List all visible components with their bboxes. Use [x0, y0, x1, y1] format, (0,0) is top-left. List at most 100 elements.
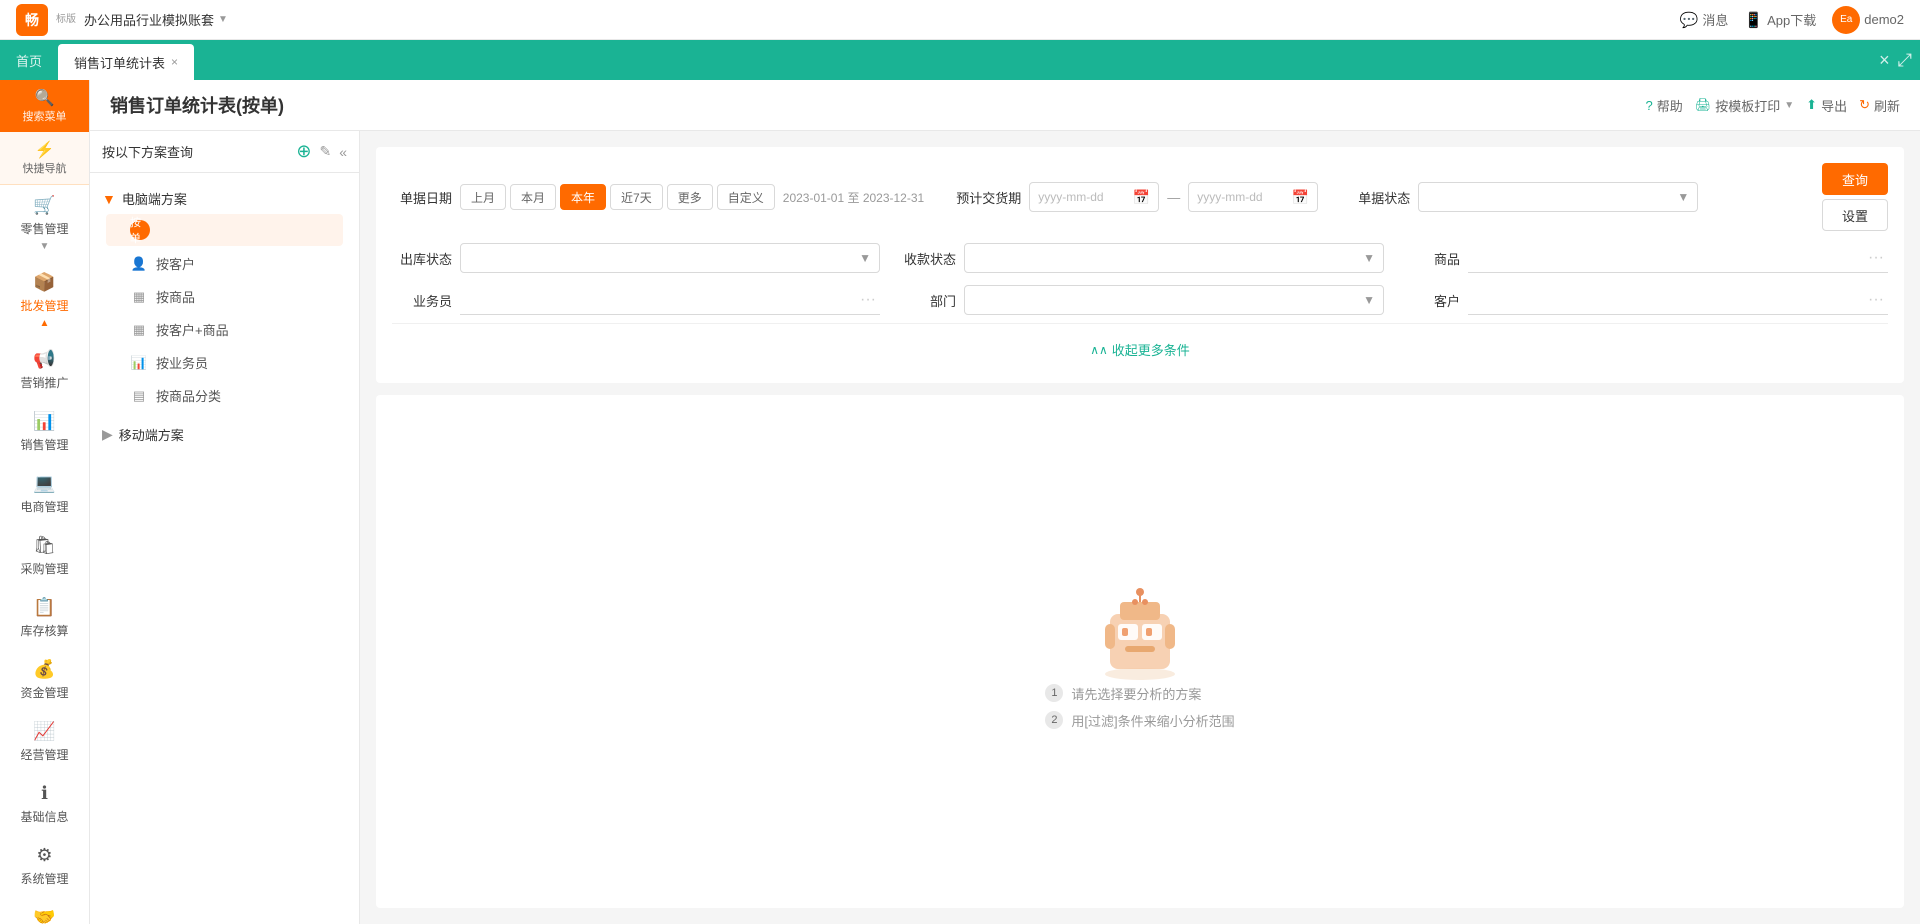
date-range-display: 2023-01-01 至 2023-12-31	[783, 189, 924, 206]
action-buttons: 查询 设置	[1822, 163, 1888, 231]
refresh-btn[interactable]: ↻ 刷新	[1859, 96, 1900, 115]
app-logo: 畅	[16, 4, 48, 36]
window-expand-btn[interactable]: ⤢	[1898, 50, 1912, 71]
date-this-year-btn[interactable]: 本年	[560, 184, 606, 210]
quick-nav-label: 快捷导航	[8, 160, 81, 176]
help-icon: ?	[1645, 98, 1652, 113]
customer-input[interactable]: ···	[1468, 285, 1888, 315]
salesperson-input[interactable]: ···	[460, 285, 880, 315]
print-btn[interactable]: 🖨 按模板打印 ▼	[1695, 96, 1794, 115]
scheme-by-goods-category-label: 按商品分类	[156, 386, 221, 405]
date-more-btn[interactable]: 更多	[667, 184, 713, 210]
goods-input[interactable]: ···	[1468, 243, 1888, 273]
empty-tip-1: 1 请先选择要分析的方案	[1045, 684, 1234, 703]
date-last-month-btn[interactable]: 上月	[460, 184, 506, 210]
customer-dots: ···	[1868, 291, 1884, 309]
app-title: 办公用品行业模拟账套	[84, 10, 214, 29]
sidebar-item-cooperation[interactable]: 🤝 企业协同	[0, 897, 89, 924]
customer-scheme-icon: 👤	[130, 255, 148, 273]
tab-sales-order-label: 销售订单统计表	[74, 53, 165, 72]
page-title: 销售订单统计表(按单)	[110, 92, 284, 118]
tab-sales-order[interactable]: 销售订单统计表 ×	[58, 44, 194, 80]
salesperson-scheme-icon: 📊	[130, 354, 148, 372]
sidebar-item-retail[interactable]: 🛒 零售管理 ▼	[0, 185, 89, 262]
sidebar-item-marketing[interactable]: 📢 营销推广	[0, 339, 89, 401]
avatar: Ea	[1832, 6, 1860, 34]
scheme-item-by-customer-goods[interactable]: ▦ 按客户+商品	[106, 314, 343, 345]
sidebar-item-finance[interactable]: 💰 资金管理	[0, 649, 89, 711]
expected-date-start[interactable]: yyyy-mm-dd 📅	[1029, 182, 1159, 212]
mobile-category-arrow: ▶	[102, 426, 113, 443]
help-btn[interactable]: ? 帮助	[1645, 96, 1682, 115]
tab-close-btn[interactable]: ×	[171, 55, 178, 69]
refresh-icon: ↻	[1859, 97, 1870, 113]
scheme-item-by-goods-category[interactable]: ▤ 按商品分类	[106, 380, 343, 411]
ship-status-select[interactable]: ▼	[460, 243, 880, 273]
date-last7-btn[interactable]: 近7天	[610, 184, 663, 210]
filter-area: 单据日期 上月 本月 本年 近7天 更多 自定义 2023-01-01 至 20…	[376, 147, 1904, 383]
tip2-text: 用[过滤]条件来缩小分析范围	[1071, 711, 1234, 730]
date-custom-btn[interactable]: 自定义	[717, 184, 775, 210]
sidebar-item-basic-info[interactable]: ℹ 基础信息	[0, 773, 89, 835]
inventory-label: 库存核算	[20, 622, 68, 639]
logo-subtitle: 标版	[56, 15, 76, 25]
right-panel: 单据日期 上月 本月 本年 近7天 更多 自定义 2023-01-01 至 20…	[360, 131, 1920, 924]
sidebar-item-system[interactable]: ⚙ 系统管理	[0, 835, 89, 897]
filter-group-doc-status: 单据状态 ▼	[1350, 182, 1806, 212]
scheme-item-by-goods[interactable]: ▦ 按商品	[106, 281, 343, 312]
collapse-panel-btn[interactable]: «	[339, 144, 347, 160]
window-close-btn[interactable]: ×	[1879, 50, 1890, 71]
expected-date-end[interactable]: yyyy-mm-dd 📅	[1188, 182, 1318, 212]
sidebar-item-inventory[interactable]: 📋 库存核算	[0, 587, 89, 649]
tab-home[interactable]: 首页	[0, 40, 58, 80]
download-icon: 📱	[1744, 11, 1763, 29]
doc-status-select[interactable]: ▼	[1418, 182, 1698, 212]
edit-scheme-btn[interactable]: ✎	[319, 143, 331, 160]
message-btn[interactable]: 💬 消息	[1680, 10, 1729, 29]
wholesale-arrow: ▲	[40, 318, 50, 329]
sidebar-item-wholesale[interactable]: 📦 批发管理 ▲	[0, 262, 89, 339]
content-body: 按以下方案查询 ⊕ ✎ « ▼ 电脑端方案	[90, 131, 1920, 924]
sidebar-quick-nav[interactable]: ⚡ 快捷导航	[0, 132, 89, 185]
settings-btn[interactable]: 设置	[1822, 199, 1888, 231]
left-panel-title: 按以下方案查询	[102, 142, 193, 161]
scheme-by-goods-label: 按商品	[156, 287, 195, 306]
receipt-status-select[interactable]: ▼	[964, 243, 1384, 273]
scheme-item-by-customer[interactable]: 👤 按客户	[106, 248, 343, 279]
app-download-label: App下载	[1767, 10, 1816, 29]
category-mobile-label: 移动端方案	[119, 425, 184, 444]
app-download-btn[interactable]: 📱 App下载	[1744, 10, 1816, 29]
scheme-category-pc-label[interactable]: ▼ 电脑端方案	[102, 185, 347, 212]
avatar-text: Ea	[1840, 14, 1852, 25]
scheme-item-by-order[interactable]: 按单	[106, 214, 343, 246]
scheme-item-by-salesperson[interactable]: 📊 按业务员	[106, 347, 343, 378]
department-select[interactable]: ▼	[964, 285, 1384, 315]
add-scheme-btn[interactable]: ⊕	[296, 141, 311, 162]
sidebar-search-menu[interactable]: 🔍 搜索菜单	[0, 80, 89, 132]
print-label: 按模板打印	[1715, 96, 1780, 115]
inventory-icon: 📋	[33, 597, 55, 618]
wholesale-label: 批发管理	[20, 297, 68, 314]
basic-info-icon: ℹ	[41, 783, 48, 804]
export-btn[interactable]: ⬆ 导出	[1806, 96, 1847, 115]
scheme-category-mobile-label[interactable]: ▶ 移动端方案	[102, 421, 347, 448]
active-dot: 按单	[130, 220, 150, 240]
sidebar-item-sales[interactable]: 📊 销售管理	[0, 401, 89, 463]
sidebar-item-ecommerce[interactable]: 💻 电商管理	[0, 463, 89, 525]
user-name: demo2	[1864, 12, 1904, 27]
app-selector[interactable]: 办公用品行业模拟账套 ▼	[84, 10, 228, 29]
doc-status-arrow: ▼	[1677, 190, 1689, 204]
collapse-btn[interactable]: ∧∧ 收起更多条件	[392, 332, 1888, 367]
filter-row-1: 单据日期 上月 本月 本年 近7天 更多 自定义 2023-01-01 至 20…	[392, 163, 1888, 231]
sidebar-item-operations[interactable]: 📈 经营管理	[0, 711, 89, 773]
user-profile[interactable]: Ea demo2	[1832, 6, 1904, 34]
export-label: 导出	[1821, 96, 1847, 115]
date-this-month-btn[interactable]: 本月	[510, 184, 556, 210]
query-btn[interactable]: 查询	[1822, 163, 1888, 195]
date-dash: —	[1167, 190, 1180, 205]
logo-area: 畅 标版	[16, 4, 76, 36]
sidebar-item-purchase[interactable]: 🛍 采购管理	[0, 525, 89, 587]
empty-illustration	[1080, 574, 1200, 684]
tip1-text: 请先选择要分析的方案	[1071, 684, 1201, 703]
ship-status-label: 出库状态	[392, 249, 452, 268]
